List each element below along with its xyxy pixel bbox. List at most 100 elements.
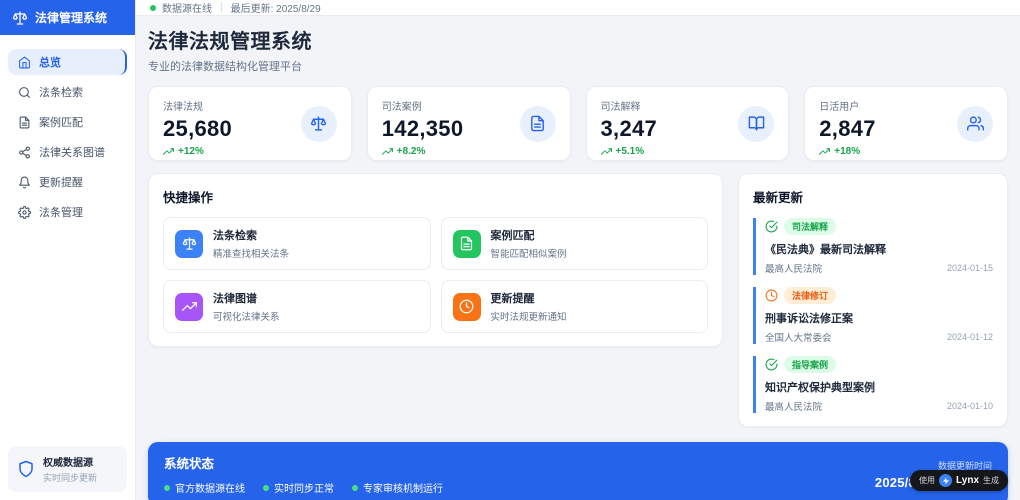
status-item-datasource: 官方数据源在线 <box>164 480 245 495</box>
check-circle-icon <box>765 358 778 371</box>
update-badge: 司法解释 <box>784 218 837 235</box>
topbar: 数据源在线 | 最后更新: 2025/8/29 <box>136 0 1020 16</box>
quick-actions-title: 快捷操作 <box>163 191 214 205</box>
sidebar-item-label: 法条管理 <box>39 207 83 219</box>
stat-card-daily-users: 日活用户 2,847 +18% <box>804 86 1008 161</box>
quick-actions-panel: 快捷操作 法条检索 精准查找相关法条 案例匹配 智能匹配相似案例 法律图谱 可视… <box>148 173 723 347</box>
update-item[interactable]: 司法解释 《民法典》最新司法解释 最高人民法院 2024-01-15 <box>753 218 993 275</box>
stat-label: 司法解释 <box>600 102 641 113</box>
latest-updates-panel: 最新更新 司法解释 《民法典》最新司法解释 最高人民法院 2024-01-15 <box>738 173 1008 427</box>
datasource-status: 数据源在线 <box>162 4 212 15</box>
quick-action-title: 法律图谱 <box>213 293 257 305</box>
sidebar-item-label: 总览 <box>39 57 61 69</box>
status-item-sync: 实时同步正常 <box>263 480 334 495</box>
stat-label: 法律法规 <box>163 102 203 113</box>
stat-trend: +12% <box>163 146 232 157</box>
update-title: 《民法典》最新司法解释 <box>765 244 886 256</box>
sidebar-item-label: 案例匹配 <box>39 117 83 129</box>
stat-label: 司法案例 <box>381 102 422 113</box>
scales-icon <box>175 229 203 258</box>
badge-suffix: 生成 <box>983 476 999 485</box>
stat-card-cases: 司法案例 142,350 +8.2% <box>366 86 571 161</box>
book-open-icon <box>738 105 775 142</box>
sidebar-item-law-management[interactable]: 法条管理 <box>8 199 127 225</box>
sidebar-item-case-match[interactable]: 案例匹配 <box>8 109 127 135</box>
home-icon <box>18 56 31 69</box>
last-update-text: 最后更新: 2025/8/29 <box>230 4 321 15</box>
app-header: 法律管理系统 <box>0 0 135 35</box>
scales-icon <box>300 105 337 142</box>
update-item[interactable]: 法律修订 刑事诉讼法修正案 全国人大常委会 2024-01-12 <box>753 287 993 344</box>
status-item-review: 专家审核机制运行 <box>352 480 443 495</box>
badge-prefix: 使用 <box>919 476 936 485</box>
stat-value: 25,680 <box>163 116 233 141</box>
quick-action-desc: 智能匹配相似案例 <box>490 249 567 260</box>
update-title: 知识产权保护典型案例 <box>765 382 875 394</box>
sidebar-item-overview[interactable]: 总览 <box>8 49 127 75</box>
lynx-logo-icon <box>939 474 953 487</box>
users-icon <box>957 105 993 142</box>
quick-action-desc: 精准查找相关法条 <box>213 249 290 260</box>
stat-trend: +8.2% <box>381 146 464 157</box>
quick-action-law-search[interactable]: 法条检索 精准查找相关法条 <box>163 217 431 270</box>
trending-up-icon <box>163 146 174 157</box>
badge-brand: Lynx <box>956 475 979 486</box>
update-badge: 指导案例 <box>784 356 837 373</box>
lower-row: 快捷操作 法条检索 精准查找相关法条 案例匹配 智能匹配相似案例 法律图谱 可视… <box>148 173 1008 427</box>
update-source: 最高人民法院 <box>765 402 823 413</box>
content: 法律法规管理系统 专业的法律数据结构化管理平台 法律法规 25,680 +12% <box>136 16 1020 500</box>
sidebar-item-update-alerts[interactable]: 更新提醒 <box>8 169 127 195</box>
stat-card-interpretations: 司法解释 3,247 +5.1% <box>585 86 790 161</box>
sidebar-nav: 总览 法条检索 案例匹配 法律关系图谱 更新提醒 法条管理 <box>0 35 135 225</box>
update-date: 2024-01-15 <box>946 263 993 273</box>
quick-action-desc: 实时法规更新通知 <box>490 312 567 323</box>
quick-action-title: 法条检索 <box>213 230 257 242</box>
sidebar-item-law-search[interactable]: 法条检索 <box>8 79 127 105</box>
stat-card-laws: 法律法规 25,680 +12% <box>148 86 352 161</box>
trending-up-icon <box>175 292 203 321</box>
trending-up-icon <box>381 146 393 157</box>
green-status-dot <box>352 484 358 491</box>
update-date: 2024-01-10 <box>946 401 993 411</box>
quick-action-desc: 可视化法律关系 <box>213 312 280 323</box>
shield-icon <box>17 460 35 478</box>
online-status-dot <box>150 4 156 11</box>
bell-icon <box>18 176 31 189</box>
system-status-bar: 系统状态 官方数据源在线 实时同步正常 专家审核机制运行 数据更新时间 2025… <box>148 442 1008 500</box>
quick-action-update-alerts[interactable]: 更新提醒 实时法规更新通知 <box>440 280 708 333</box>
stat-value: 3,247 <box>600 116 658 141</box>
sidebar: 法律管理系统 总览 法条检索 案例匹配 法律关系图谱 更新提醒 法条管理 权威数… <box>0 0 136 500</box>
green-status-dot <box>164 484 170 491</box>
sidebar-item-label: 法律关系图谱 <box>39 147 105 159</box>
search-icon <box>18 86 31 99</box>
quick-action-title: 更新提醒 <box>490 293 535 305</box>
page-title: 法律法规管理系统 <box>148 31 312 53</box>
gear-icon <box>18 205 31 219</box>
stat-value: 2,847 <box>819 116 876 141</box>
trending-up-icon <box>819 146 831 157</box>
stat-trend: +18% <box>819 146 876 157</box>
update-item[interactable]: 指导案例 知识产权保护典型案例 最高人民法院 2024-01-10 <box>753 356 993 413</box>
latest-updates-title: 最新更新 <box>753 191 804 205</box>
quick-actions-grid: 法条检索 精准查找相关法条 案例匹配 智能匹配相似案例 法律图谱 可视化法律关系… <box>163 217 708 333</box>
generator-badge[interactable]: 使用 Lynx 生成 <box>910 470 1008 491</box>
stat-value: 142,350 <box>381 116 464 141</box>
update-title: 刑事诉讼法修正案 <box>765 313 853 325</box>
graph-icon <box>18 146 31 159</box>
scales-icon <box>12 10 28 26</box>
sidebar-item-label: 法条检索 <box>39 87 83 99</box>
file-icon <box>452 229 481 258</box>
stats-row: 法律法规 25,680 +12% 司法案例 142,350 +8.2% 司法解释… <box>148 86 1008 161</box>
update-source: 最高人民法院 <box>765 264 823 275</box>
quick-action-law-graph[interactable]: 法律图谱 可视化法律关系 <box>163 280 431 333</box>
app-title: 法律管理系统 <box>35 11 108 25</box>
update-source: 全国人大常委会 <box>765 333 832 344</box>
data-source-title: 权威数据源 <box>43 458 93 469</box>
system-status-title: 系统状态 <box>164 457 215 471</box>
data-source-card: 权威数据源 实时同步更新 <box>8 446 127 492</box>
green-status-dot <box>263 484 269 491</box>
quick-action-title: 案例匹配 <box>490 230 535 242</box>
stat-trend: +5.1% <box>600 146 658 157</box>
sidebar-item-relation-graph[interactable]: 法律关系图谱 <box>8 139 127 165</box>
quick-action-case-match[interactable]: 案例匹配 智能匹配相似案例 <box>440 217 708 270</box>
